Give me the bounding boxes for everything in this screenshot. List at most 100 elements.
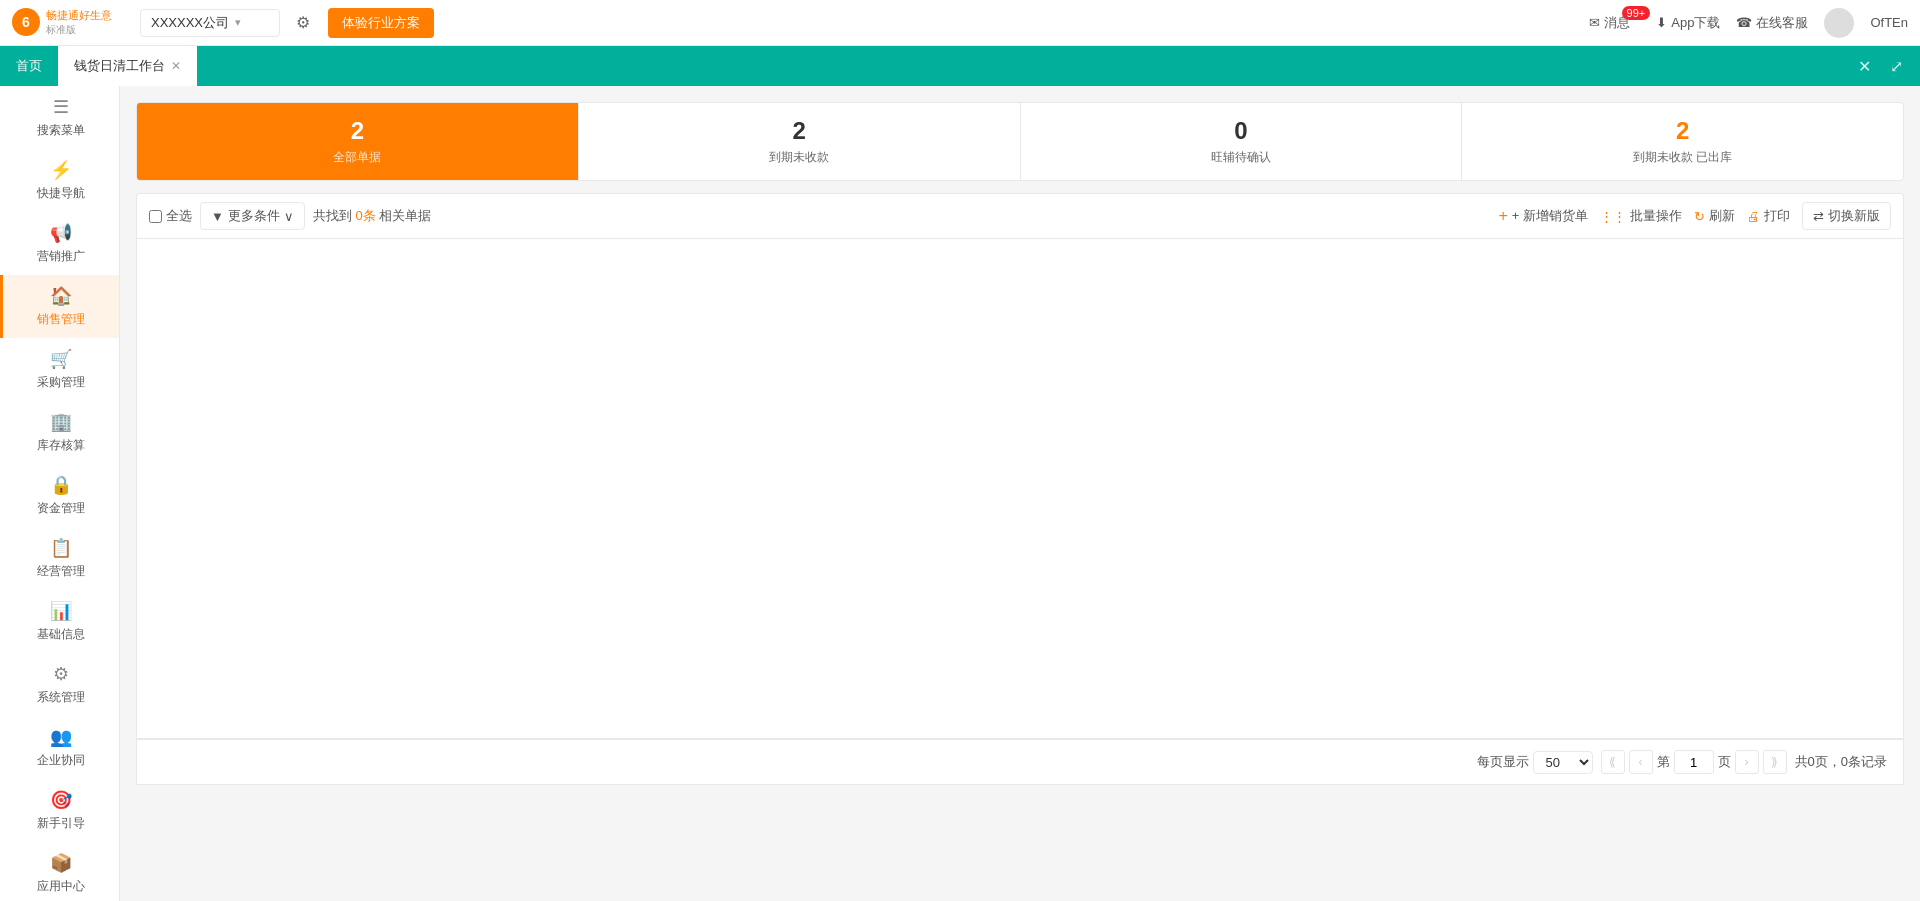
sidebar-item-quicknav[interactable]: ⚡ 快捷导航 bbox=[0, 149, 119, 212]
toolbar-left: 全选 ▼ 更多条件 ∨ 共找到 0条 相关单据 bbox=[149, 202, 431, 230]
switch-label: 切换新版 bbox=[1828, 207, 1880, 225]
close-tab-action[interactable]: ✕ bbox=[1852, 54, 1876, 78]
avatar-name: OfTEn bbox=[1870, 15, 1908, 30]
pagination: 每页显示 50 100 200 ⟪ ‹ 第 页 › ⟫ 共0页，0条记录 bbox=[136, 739, 1904, 785]
company-selector[interactable]: XXXXXX公司 ▾ bbox=[140, 9, 280, 37]
filter-chevron-icon: ∨ bbox=[284, 209, 294, 224]
sidebar-item-guide[interactable]: 🎯 新手引导 bbox=[0, 779, 119, 842]
card-count-pending: 0 bbox=[1041, 117, 1442, 145]
tab-bar-actions: ✕ ⤢ bbox=[1852, 54, 1920, 78]
settings-button[interactable]: ⚙ bbox=[288, 8, 318, 38]
next-page-button[interactable]: › bbox=[1735, 750, 1759, 774]
tab-workbench-label: 钱货日清工作台 bbox=[74, 57, 165, 75]
sidebar-item-basicinfo[interactable]: 📊 基础信息 bbox=[0, 590, 119, 653]
tab-home[interactable]: 首页 bbox=[0, 46, 58, 86]
print-button[interactable]: 🖨 打印 bbox=[1747, 207, 1790, 225]
new-bill-button[interactable]: + + 新增销货单 bbox=[1498, 207, 1588, 225]
message-badge: 99+ bbox=[1622, 6, 1651, 20]
summary-card-shipped[interactable]: 2 到期未收款 已出库 bbox=[1462, 103, 1903, 180]
summary-card-all[interactable]: 2 全部单据 bbox=[137, 103, 579, 180]
filter-icon: ▼ bbox=[211, 209, 224, 224]
sidebar-label-operations: 经营管理 bbox=[37, 563, 85, 580]
switch-version-button[interactable]: ⇄ 切换新版 bbox=[1802, 202, 1891, 230]
refresh-icon: ↻ bbox=[1694, 209, 1705, 224]
sidebar-label-guide: 新手引导 bbox=[37, 815, 85, 832]
page-size-label: 每页显示 bbox=[1477, 753, 1529, 771]
finance-icon: 🔒 bbox=[50, 474, 72, 496]
basicinfo-icon: 📊 bbox=[50, 600, 72, 622]
page-size-select: 每页显示 50 100 200 bbox=[1477, 751, 1593, 774]
found-count: 0条 bbox=[356, 208, 376, 223]
tab-close-icon[interactable]: ✕ bbox=[171, 59, 181, 73]
message-button[interactable]: ✉ 消息 99+ bbox=[1579, 14, 1640, 32]
header-right: ✉ 消息 99+ ⬇ App下载 ☎ 在线客服 OfTEn bbox=[1579, 8, 1908, 38]
sidebar-item-appcenter[interactable]: 📦 应用中心 bbox=[0, 842, 119, 901]
select-all-checkbox[interactable]: 全选 bbox=[149, 207, 192, 225]
summary-card-pending[interactable]: 0 旺辅待确认 bbox=[1021, 103, 1463, 180]
trial-button[interactable]: 体验行业方案 bbox=[328, 8, 434, 38]
card-label-pending: 旺辅待确认 bbox=[1041, 149, 1442, 166]
sidebar-item-enterprise[interactable]: 👥 企业协同 bbox=[0, 716, 119, 779]
summary-card-overdue[interactable]: 2 到期未收款 bbox=[579, 103, 1021, 180]
app-download-label: App下载 bbox=[1671, 14, 1720, 32]
refresh-button[interactable]: ↻ 刷新 bbox=[1694, 207, 1735, 225]
page-number-input[interactable] bbox=[1674, 750, 1714, 774]
chevron-down-icon: ▾ bbox=[235, 16, 241, 29]
sidebar-label-quicknav: 快捷导航 bbox=[37, 185, 85, 202]
filter-label: 更多条件 bbox=[228, 207, 280, 225]
sidebar-item-system[interactable]: ⚙ 系统管理 bbox=[0, 653, 119, 716]
sidebar-item-sales[interactable]: 🏠 销售管理 bbox=[0, 275, 119, 338]
sidebar-item-marketing[interactable]: 📢 营销推广 bbox=[0, 212, 119, 275]
switch-icon: ⇄ bbox=[1813, 209, 1824, 224]
refresh-label: 刷新 bbox=[1709, 207, 1735, 225]
tab-workbench[interactable]: 钱货日清工作台 ✕ bbox=[58, 46, 197, 86]
batch-label: 批量操作 bbox=[1630, 207, 1682, 225]
sidebar-label-marketing: 营销推广 bbox=[37, 248, 85, 265]
new-bill-label: + 新增销货单 bbox=[1512, 207, 1588, 225]
first-page-button[interactable]: ⟪ bbox=[1601, 750, 1625, 774]
batch-operation-button[interactable]: ⋮⋮ 批量操作 bbox=[1600, 207, 1682, 225]
inventory-icon: 🏢 bbox=[50, 411, 72, 433]
logo-area: 6 畅捷通好生意 标准版 bbox=[12, 8, 132, 36]
logo-name: 畅捷通好生意 bbox=[46, 8, 112, 22]
found-text: 共找到 0条 相关单据 bbox=[313, 207, 431, 225]
logo-icon: 6 bbox=[12, 8, 40, 36]
expand-tab-action[interactable]: ⤢ bbox=[1884, 54, 1908, 78]
prev-page-button[interactable]: ‹ bbox=[1629, 750, 1653, 774]
enterprise-icon: 👥 bbox=[50, 726, 72, 748]
sidebar-label-search: 搜索菜单 bbox=[37, 122, 85, 139]
sidebar-label-system: 系统管理 bbox=[37, 689, 85, 706]
tab-bar: 首页 钱货日清工作台 ✕ ✕ ⤢ bbox=[0, 46, 1920, 86]
sidebar-item-purchase[interactable]: 🛒 采购管理 bbox=[0, 338, 119, 401]
last-page-button[interactable]: ⟫ bbox=[1763, 750, 1787, 774]
tab-home-label: 首页 bbox=[16, 57, 42, 75]
table-area bbox=[136, 239, 1904, 739]
app-download-button[interactable]: ⬇ App下载 bbox=[1656, 14, 1720, 32]
logo-sub: 标准版 bbox=[46, 23, 112, 37]
checkbox-input[interactable] bbox=[149, 210, 162, 223]
sales-icon: 🏠 bbox=[50, 285, 72, 307]
online-service-button[interactable]: ☎ 在线客服 bbox=[1736, 14, 1808, 32]
sidebar: ☰ 搜索菜单 ⚡ 快捷导航 📢 营销推广 🏠 销售管理 🛒 采购管理 🏢 库存核… bbox=[0, 86, 120, 901]
filter-button[interactable]: ▼ 更多条件 ∨ bbox=[200, 202, 305, 230]
company-name: XXXXXX公司 bbox=[151, 14, 229, 32]
purchase-icon: 🛒 bbox=[50, 348, 72, 370]
operations-icon: 📋 bbox=[50, 537, 72, 559]
page-size-dropdown[interactable]: 50 100 200 bbox=[1533, 751, 1593, 774]
select-all-label: 全选 bbox=[166, 207, 192, 225]
sidebar-item-inventory[interactable]: 🏢 库存核算 bbox=[0, 401, 119, 464]
sidebar-label-purchase: 采购管理 bbox=[37, 374, 85, 391]
sidebar-item-finance[interactable]: 🔒 资金管理 bbox=[0, 464, 119, 527]
download-icon: ⬇ bbox=[1656, 15, 1667, 30]
sidebar-item-operations[interactable]: 📋 经营管理 bbox=[0, 527, 119, 590]
message-icon: ✉ bbox=[1589, 15, 1600, 30]
toolbar-right: + + 新增销货单 ⋮⋮ 批量操作 ↻ 刷新 🖨 打印 ⇄ 切换新版 bbox=[1498, 202, 1891, 230]
page-label: 第 bbox=[1657, 753, 1670, 771]
card-label-all: 全部单据 bbox=[157, 149, 558, 166]
batch-icon: ⋮⋮ bbox=[1600, 209, 1626, 224]
appcenter-icon: 📦 bbox=[50, 852, 72, 874]
search-menu-icon: ☰ bbox=[53, 96, 69, 118]
sidebar-item-search[interactable]: ☰ 搜索菜单 bbox=[0, 86, 119, 149]
online-service-label: 在线客服 bbox=[1756, 14, 1808, 32]
avatar[interactable] bbox=[1824, 8, 1854, 38]
